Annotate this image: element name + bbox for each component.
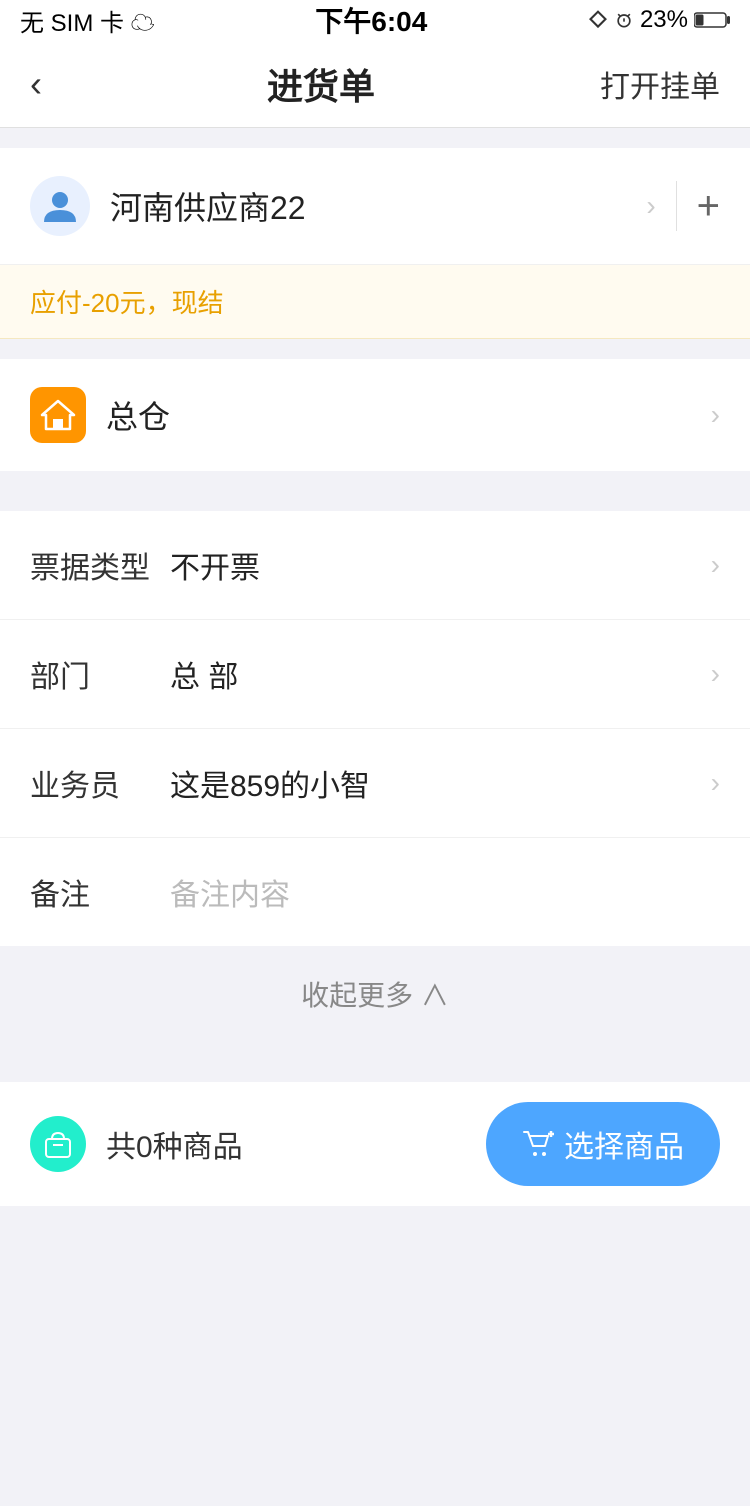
department-chevron-icon: ›	[711, 658, 720, 690]
warehouse-name: 总仓	[106, 392, 711, 438]
supplier-chevron-icon: ›	[646, 190, 655, 222]
salesperson-value: 这是859的小智	[170, 761, 711, 805]
remarks-placeholder[interactable]: 备注内容	[170, 870, 720, 914]
remarks-label: 备注	[30, 870, 170, 914]
supplier-actions: › +	[646, 181, 720, 231]
supplier-row[interactable]: 河南供应商22 › +	[0, 148, 750, 265]
product-count-label: 共0种商品	[106, 1122, 486, 1166]
back-button[interactable]: ‹	[30, 63, 42, 105]
bag-icon	[41, 1127, 75, 1161]
battery-icon	[694, 11, 730, 29]
nav-bar: ‹ 进货单 打开挂单	[0, 40, 750, 128]
location-icon	[588, 10, 608, 30]
section-gap-2	[0, 339, 750, 359]
battery-text: 23%	[640, 6, 688, 34]
invoice-type-value: 不开票	[170, 543, 711, 587]
department-row[interactable]: 部门 总 部 ›	[0, 620, 750, 729]
background-fill	[0, 1206, 750, 1506]
section-gap-3	[0, 471, 750, 491]
salesperson-label: 业务员	[30, 761, 170, 805]
bottom-bar: 共0种商品 选择商品	[0, 1082, 750, 1206]
remarks-row[interactable]: 备注 备注内容	[0, 838, 750, 946]
salesperson-row[interactable]: 业务员 这是859的小智 ›	[0, 729, 750, 838]
notice-banner: 应付-20元，现结	[0, 265, 750, 339]
invoice-type-row[interactable]: 票据类型 不开票 ›	[0, 511, 750, 620]
select-product-button[interactable]: 选择商品	[486, 1102, 720, 1186]
alarm-icon	[614, 10, 634, 30]
status-bar: 无 SIM 卡 ☁ 下午6:04 23%	[0, 0, 750, 40]
department-label: 部门	[30, 652, 170, 696]
section-gap-1	[0, 128, 750, 148]
invoice-type-label: 票据类型	[30, 543, 170, 587]
status-time: 下午6:04	[315, 0, 427, 40]
warehouse-chevron-icon: ›	[711, 399, 720, 431]
add-supplier-button[interactable]: +	[697, 184, 720, 229]
page-title: 进货单	[267, 58, 375, 110]
sim-status: 无 SIM 卡 ☁	[20, 3, 155, 38]
form-section: 票据类型 不开票 › 部门 总 部 › 业务员 这是859的小智 › 备注 备注…	[0, 511, 750, 946]
supplier-section: 河南供应商22 › + 应付-20元，现结	[0, 148, 750, 339]
vertical-divider	[676, 181, 677, 231]
warehouse-icon	[30, 387, 86, 443]
supplier-name: 河南供应商22	[110, 183, 646, 229]
supplier-avatar	[30, 176, 90, 236]
person-icon	[40, 186, 80, 226]
warehouse-row[interactable]: 总仓 ›	[0, 359, 750, 471]
cart-add-icon	[522, 1128, 554, 1160]
select-product-label: 选择商品	[564, 1122, 684, 1166]
open-pending-button[interactable]: 打开挂单	[600, 62, 720, 106]
salesperson-chevron-icon: ›	[711, 767, 720, 799]
status-left: 无 SIM 卡 ☁	[20, 3, 155, 38]
department-value: 总 部	[170, 652, 711, 696]
house-icon	[40, 397, 76, 433]
invoice-type-chevron-icon: ›	[711, 549, 720, 581]
section-gap-4	[0, 1042, 750, 1062]
warehouse-section[interactable]: 总仓 ›	[0, 359, 750, 471]
product-bag-icon	[30, 1116, 86, 1172]
collapse-button[interactable]: 收起更多 ∧	[0, 946, 750, 1042]
status-right: 23%	[588, 6, 730, 34]
